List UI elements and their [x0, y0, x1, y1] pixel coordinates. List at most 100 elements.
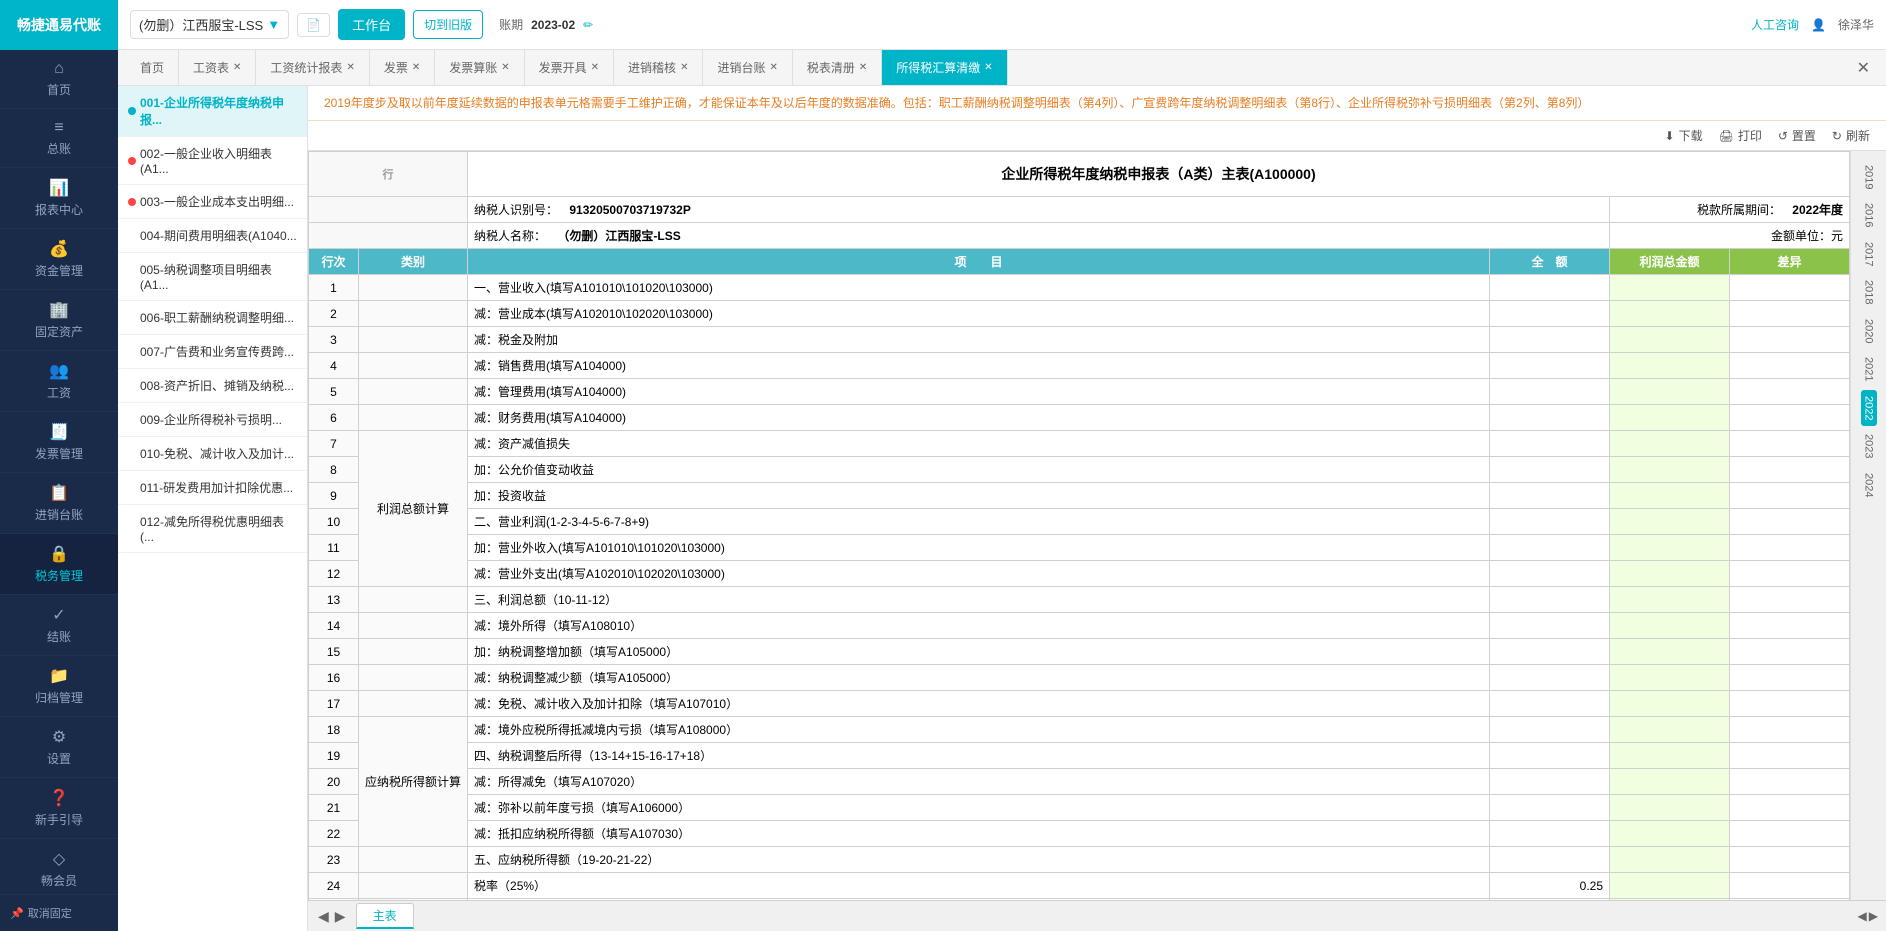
table-row: 7 利润总额计算 减：资产减值损失 [309, 431, 1850, 457]
table-row: 24 税率（25%） 0.25 [309, 873, 1850, 899]
tab-purchase-check[interactable]: 进销稽核✕ [614, 50, 703, 85]
sidebar-item-report[interactable]: 📊 报表中心 [0, 168, 118, 229]
tab-invoice-open[interactable]: 发票开具✕ [525, 50, 614, 85]
service-button[interactable]: 人工咨询 [1751, 16, 1799, 33]
topbar-right: 人工咨询 👤 徐泽华 [1751, 16, 1874, 33]
print-button[interactable]: 🖨 打印 [1719, 127, 1762, 144]
unit-cell: 金额单位：元 [1610, 223, 1850, 249]
tab-income-tax-close[interactable]: ✕ [984, 62, 992, 73]
table-row: 13 三、利润总额（10-11-12） [309, 587, 1850, 613]
right-content: 2019年度步及取以前年度延续数据的申报表单元格需要手工维护正确，才能保证本年及… [308, 86, 1886, 931]
year-2021[interactable]: 2021 [1861, 351, 1877, 387]
table-row: 23 五、应纳税所得额（19-20-21-22） [309, 847, 1850, 873]
status-dot-003 [128, 198, 136, 206]
sidebar-item-archive[interactable]: 📁 归档管理 [0, 656, 118, 717]
tab-home[interactable]: 首页 [126, 50, 179, 85]
sidebar-pin-toggle[interactable]: 📌 取消固定 [0, 894, 118, 931]
tab-payroll[interactable]: 工资表✕ [179, 50, 256, 85]
download-button[interactable]: ⬇ 下载 [1665, 127, 1703, 144]
sidebar-item-ledger[interactable]: ≡ 总账 [0, 109, 118, 168]
company-selector[interactable]: (勿删）江西服宝-LSS ▼ [130, 10, 289, 39]
year-2017[interactable]: 2017 [1861, 236, 1877, 272]
tab-purchase-check-close[interactable]: ✕ [680, 62, 688, 73]
sheet-nav-left[interactable]: ◀ [316, 908, 331, 925]
purchase-icon: 📋 [49, 483, 69, 503]
tab-invoice-calc-close[interactable]: ✕ [501, 62, 509, 73]
sidebar-item-assets[interactable]: 🏢 固定资产 [0, 290, 118, 351]
tab-invoice-open-close[interactable]: ✕ [591, 62, 599, 73]
left-panel-item-011[interactable]: 011-研发费用加计扣除优惠... [118, 471, 307, 505]
sidebar-item-guide[interactable]: ❓ 新手引导 [0, 778, 118, 839]
switch-version-button[interactable]: 切到旧版 [413, 10, 483, 39]
tab-payroll-close[interactable]: ✕ [233, 62, 241, 73]
table-row: 12 减：营业外支出(填写A102010\102020\103000) [309, 561, 1850, 587]
sheet-nav-right[interactable]: ▶ [333, 908, 348, 925]
sidebar-item-payroll[interactable]: 👥 工资 [0, 351, 118, 412]
table-row: 25 六、应纳所得税额（23×24） [309, 899, 1850, 901]
reset-icon: ↺ [1778, 129, 1788, 143]
left-panel-item-004[interactable]: 004-期间费用明细表(A1040... [118, 219, 307, 253]
left-panel-item-010[interactable]: 010-免税、减计收入及加计... [118, 437, 307, 471]
home-icon: ⌂ [54, 60, 64, 78]
left-panel-item-002[interactable]: 002-一般企业收入明细表(A1... [118, 137, 307, 185]
fund-icon: 💰 [49, 239, 69, 259]
tab-tax-clear[interactable]: 税表清册✕ [793, 50, 882, 85]
tab-payroll-stat[interactable]: 工资统计报表✕ [256, 50, 369, 85]
year-2020[interactable]: 2020 [1861, 313, 1877, 349]
year-2022[interactable]: 2022 [1861, 390, 1877, 426]
sidebar-item-invoice-mgmt[interactable]: 🧾 发票管理 [0, 412, 118, 473]
tab-invoice-calc[interactable]: 发票算账✕ [435, 50, 524, 85]
tab-payroll-stat-close[interactable]: ✕ [346, 62, 354, 73]
sidebar-item-member[interactable]: ◇ 畅会员 [0, 839, 118, 894]
table-container[interactable]: 行 企业所得税年度纳税申报表（A类）主表(A100000) 纳税人识别号： 91… [308, 151, 1850, 900]
tab-purchase-ledger[interactable]: 进销台账✕ [703, 50, 792, 85]
company-name: (勿删）江西服宝-LSS [139, 15, 263, 34]
sidebar-nav: ⌂ 首页 ≡ 总账 📊 报表中心 💰 资金管理 🏢 固定资产 👥 工资 🧾 发票… [0, 50, 118, 894]
table-row: 9 加：投资收益 [309, 483, 1850, 509]
period-edit-icon[interactable]: ✏ [583, 18, 593, 32]
year-2019[interactable]: 2019 [1861, 159, 1877, 195]
tab-invoice-close[interactable]: ✕ [412, 62, 420, 73]
tab-purchase-ledger-close[interactable]: ✕ [769, 62, 777, 73]
sidebar-item-tax[interactable]: 🔒 税务管理 [0, 534, 118, 595]
tab-income-tax[interactable]: 所得税汇算清缴✕ [882, 50, 1007, 85]
year-2018[interactable]: 2018 [1861, 274, 1877, 310]
guide-icon: ❓ [49, 788, 69, 808]
status-dot-001 [128, 107, 136, 115]
workbench-button[interactable]: 工作台 [338, 9, 405, 40]
year-2024[interactable]: 2024 [1861, 467, 1877, 503]
scroll-right-btn[interactable]: ▶ [1869, 909, 1878, 923]
table-row: 17 减：免税、减计收入及加计扣除（填写A107010） [309, 691, 1850, 717]
scroll-left-btn[interactable]: ◀ [1858, 909, 1867, 923]
left-panel-item-001[interactable]: 001-企业所得税年度纳税申报... [118, 86, 307, 137]
year-2016[interactable]: 2016 [1861, 197, 1877, 233]
col-index-header: 行 [309, 152, 468, 197]
close-all-btn[interactable]: ✕ [1849, 58, 1878, 78]
col-item: 项 目 [468, 249, 1490, 275]
left-panel-item-005[interactable]: 005-纳税调整项目明细表(A1... [118, 253, 307, 301]
reset-button[interactable]: ↺ 置置 [1778, 127, 1816, 144]
left-panel-item-008[interactable]: 008-资产折旧、摊销及纳税... [118, 369, 307, 403]
table-header-row: 行次 类别 项 目 全 额 利润总金额 差异 [309, 249, 1850, 275]
sidebar-item-fund[interactable]: 💰 资金管理 [0, 229, 118, 290]
sheet-scroll-track [418, 909, 1850, 923]
left-panel-item-003[interactable]: 003-一般企业成本支出明细... [118, 185, 307, 219]
payroll-icon: 👥 [49, 361, 69, 381]
sidebar-item-purchase[interactable]: 📋 进销台账 [0, 473, 118, 534]
sidebar-item-home[interactable]: ⌂ 首页 [0, 50, 118, 109]
sidebar-item-settings[interactable]: ⚙ 设置 [0, 717, 118, 778]
refresh-button[interactable]: ↻ 刷新 [1832, 127, 1870, 144]
left-panel-item-007[interactable]: 007-广告费和业务宣传费跨... [118, 335, 307, 369]
left-panel-item-012[interactable]: 012-减免所得税优惠明细表(... [118, 505, 307, 553]
table-row: 8 加：公允价值变动收益 [309, 457, 1850, 483]
tab-tax-clear-close[interactable]: ✕ [859, 62, 867, 73]
tab-invoice[interactable]: 发票✕ [370, 50, 435, 85]
year-2023[interactable]: 2023 [1861, 428, 1877, 464]
table-row: 19 四、纳税调整后所得（13-14+15-16-17+18） [309, 743, 1850, 769]
sidebar-item-close[interactable]: ✓ 结账 [0, 595, 118, 656]
left-panel-item-009[interactable]: 009-企业所得税补亏损明... [118, 403, 307, 437]
download-icon: ⬇ [1665, 129, 1675, 143]
sheet-tab-main[interactable]: 主表 [356, 903, 414, 929]
topbar-doc-btn[interactable]: 📄 [297, 13, 330, 37]
left-panel-item-006[interactable]: 006-职工薪酬纳税调整明细... [118, 301, 307, 335]
